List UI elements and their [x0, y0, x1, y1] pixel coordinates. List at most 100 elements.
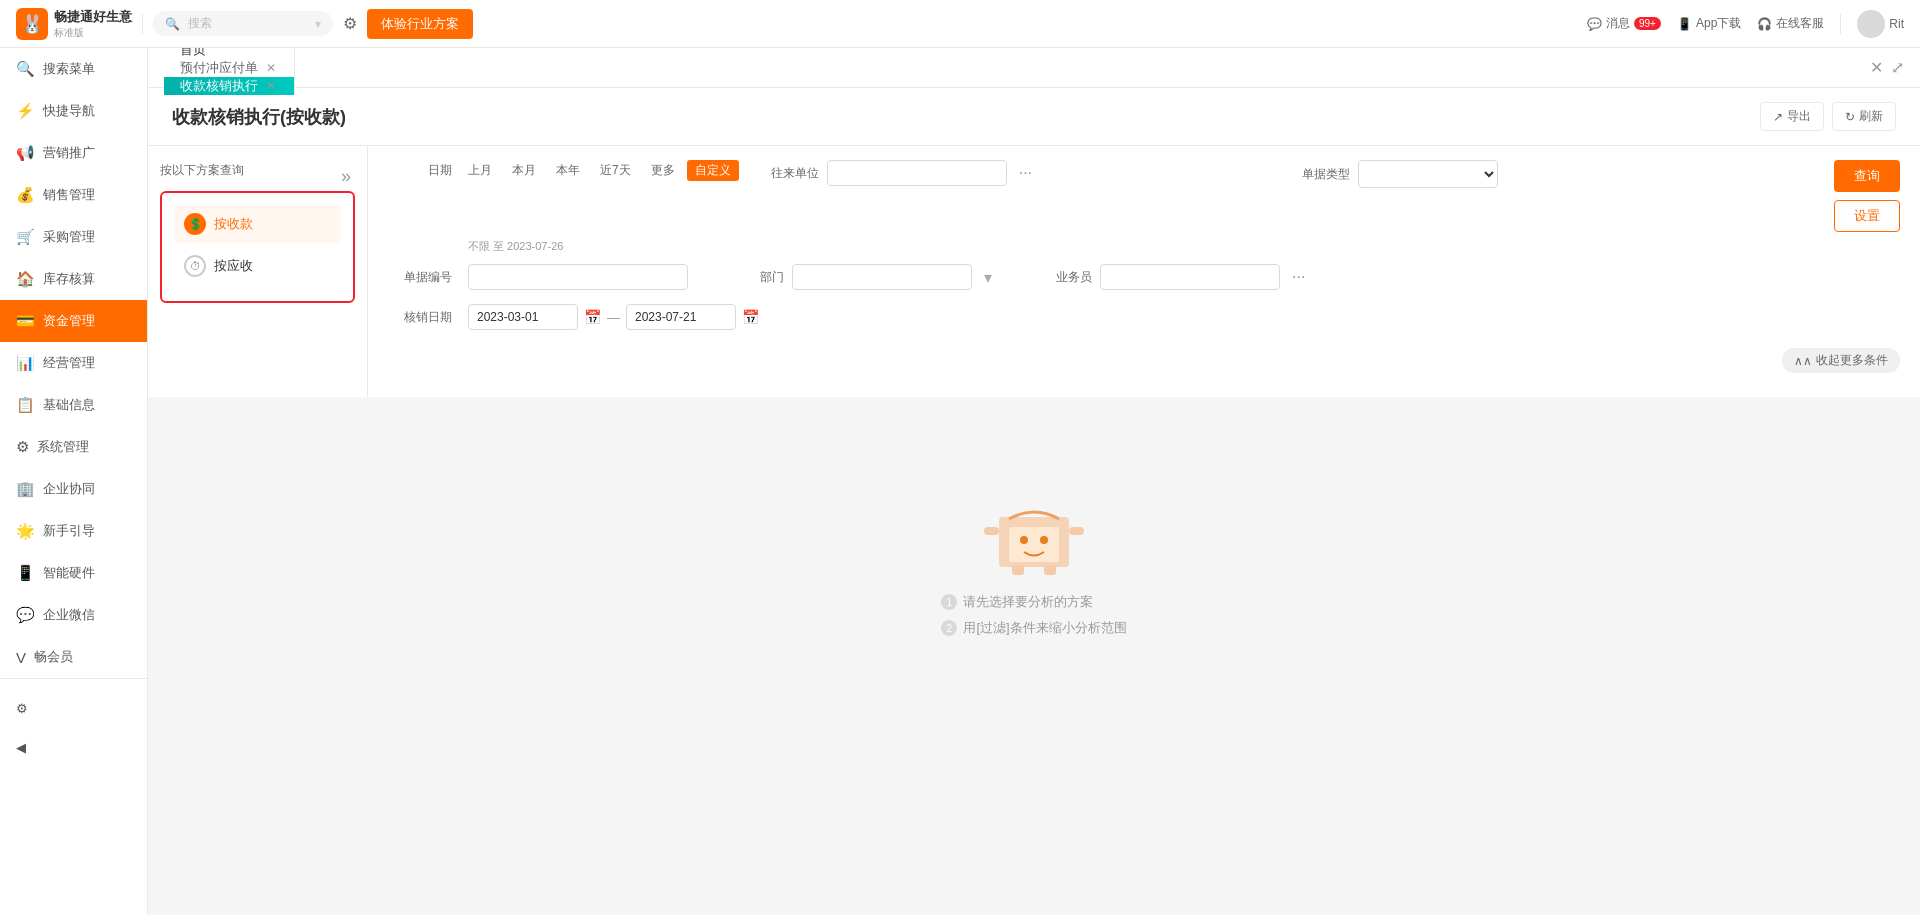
sidebar-item-smart-hw[interactable]: 📱 智能硬件 [0, 552, 147, 594]
sidebar-icon-search-menu: 🔍 [16, 60, 35, 78]
close-window-icon[interactable]: ✕ [1870, 58, 1883, 77]
dept-input[interactable] [792, 264, 972, 290]
tab-label-prepay: 预付冲应付单 [180, 59, 258, 77]
tab-home[interactable]: 首页 [164, 48, 295, 59]
filter-row-1: 日期 上月 本月 本年 近7天 更多 自定义 往来单位 [388, 160, 1900, 232]
user-name: Rit [1889, 17, 1904, 31]
sidebar-item-purchase[interactable]: 🛒 采购管理 [0, 216, 147, 258]
dept-dots[interactable]: ▾ [980, 268, 996, 287]
industry-button[interactable]: 体验行业方案 [367, 9, 473, 39]
message-action[interactable]: 💬 消息 99+ [1587, 15, 1661, 32]
tip-num-2: 2 [941, 620, 957, 636]
sidebar-item-basic-info[interactable]: 📋 基础信息 [0, 384, 147, 426]
sidebar-item-quick-nav[interactable]: ⚡ 快捷导航 [0, 90, 147, 132]
sidebar-item-marketing[interactable]: 📢 营销推广 [0, 132, 147, 174]
dept-label: 部门 [720, 269, 784, 286]
collapse-more-area: ∧∧ 收起更多条件 [388, 344, 1900, 383]
filter-row-2: 单据编号 部门 ▾ 业务员 ··· [388, 264, 1900, 290]
empty-area: 1 请先选择要分析的方案 2 用[过滤]条件来缩小分析范围 [148, 397, 1920, 717]
filter-by-receivable[interactable]: ⏱ 按应收 [174, 247, 341, 285]
counterparty-input[interactable] [827, 160, 1007, 186]
sidebar-collapse[interactable]: ◀ [0, 728, 147, 767]
message-label: 消息 [1606, 15, 1630, 32]
sidebar-icon-cooperation: 🏢 [16, 480, 35, 498]
filter-by-receipt[interactable]: 💲 按收款 [174, 205, 341, 243]
top-bar-left: 🐰 畅捷通好生意 标准版 🔍 搜索 ▾ ⚙ 体验行业方案 [16, 8, 473, 40]
expand-window-icon[interactable]: ⤢ [1891, 58, 1904, 77]
online-service-action[interactable]: 🎧 在线客服 [1757, 15, 1824, 32]
search-placeholder: 搜索 [188, 15, 212, 32]
calendar-end-icon[interactable]: 📅 [742, 309, 759, 325]
tab-label-home: 首页 [180, 48, 206, 59]
filter-sidebar: 按以下方案查询 » 💲 按收款 ⏱ 按应收 [148, 146, 368, 397]
empty-tip-2: 2 用[过滤]条件来缩小分析范围 [941, 619, 1126, 637]
date-tab-custom[interactable]: 自定义 [687, 160, 739, 181]
date-tab-more[interactable]: 更多 [643, 160, 683, 181]
sidebar-label-guide: 新手引导 [43, 522, 95, 540]
sidebar-label-purchase: 采购管理 [43, 228, 95, 246]
settings-button[interactable]: 设置 [1834, 200, 1900, 232]
sidebar-icon-smart-hw: 📱 [16, 564, 35, 582]
tab-collection[interactable]: 收款核销执行✕ [164, 77, 295, 95]
staff-label: 业务员 [1028, 269, 1092, 286]
sidebar-settings[interactable]: ⚙ [0, 689, 147, 728]
filter-by-receivable-label: 按应收 [214, 257, 253, 275]
sidebar-label-member: 畅会员 [34, 648, 73, 666]
export-button[interactable]: ↗ 导出 [1760, 102, 1824, 131]
tab-close-collection[interactable]: ✕ [264, 77, 278, 95]
sidebar-icon-basic-info: 📋 [16, 396, 35, 414]
voucher-type-select[interactable] [1358, 160, 1498, 188]
app-icon: 📱 [1677, 17, 1692, 31]
query-button[interactable]: 查询 [1834, 160, 1900, 192]
svg-rect-1 [1009, 527, 1059, 562]
search-bar[interactable]: 🔍 搜索 ▾ [153, 11, 333, 36]
date-label: 日期 [388, 162, 452, 179]
refresh-button[interactable]: ↻ 刷新 [1832, 102, 1896, 131]
collapse-more-btn[interactable]: ∧∧ 收起更多条件 [1782, 348, 1900, 373]
sidebar-label-enterprise-wx: 企业微信 [43, 606, 95, 624]
date-tab-7days[interactable]: 近7天 [592, 160, 639, 181]
page-content: 收款核销执行(按收款) ↗ 导出 ↻ 刷新 按以下方 [148, 88, 1920, 915]
sidebar-item-guide[interactable]: 🌟 新手引导 [0, 510, 147, 552]
sidebar-item-sales[interactable]: 💰 销售管理 [0, 174, 147, 216]
staff-dots[interactable]: ··· [1288, 268, 1309, 286]
sidebar-label-business: 经营管理 [43, 354, 95, 372]
sidebar-item-business[interactable]: 📊 经营管理 [0, 342, 147, 384]
date-tab-this-year[interactable]: 本年 [548, 160, 588, 181]
tab-close-prepay[interactable]: ✕ [264, 59, 278, 77]
filter-sidebar-collapse[interactable]: » [337, 166, 355, 187]
receipt-icon: 💲 [184, 213, 206, 235]
message-icon: 💬 [1587, 17, 1602, 31]
sidebar-item-member[interactable]: V 畅会员 [0, 636, 147, 678]
sidebar-item-search-menu[interactable]: 🔍 搜索菜单 [0, 48, 147, 90]
gear-button[interactable]: ⚙ [343, 14, 357, 33]
date-tab-last-month[interactable]: 上月 [460, 160, 500, 181]
sidebar-item-system[interactable]: ⚙ 系统管理 [0, 426, 147, 468]
dropdown-icon: ▾ [315, 17, 321, 31]
export-icon: ↗ [1773, 110, 1783, 124]
voucher-no-input[interactable] [468, 264, 688, 290]
sidebar-item-enterprise-wx[interactable]: 💬 企业微信 [0, 594, 147, 636]
app-download-action[interactable]: 📱 App下载 [1677, 15, 1741, 32]
counterparty-dots[interactable]: ··· [1015, 164, 1036, 182]
sidebar-item-finance[interactable]: 💳 资金管理 [0, 300, 147, 342]
verify-date-end[interactable] [626, 304, 736, 330]
btn-area: 查询 设置 [1834, 160, 1900, 232]
sidebar-icon-marketing: 📢 [16, 144, 35, 162]
user-area[interactable]: Rit [1857, 10, 1904, 38]
svg-rect-6 [1012, 565, 1024, 575]
sidebar-item-cooperation[interactable]: 🏢 企业协同 [0, 468, 147, 510]
tab-bar: 首页预付冲应付单✕收款核销执行✕ ✕ ⤢ [148, 48, 1920, 88]
staff-input[interactable] [1100, 264, 1280, 290]
date-tab-this-month[interactable]: 本月 [504, 160, 544, 181]
verify-date-start[interactable] [468, 304, 578, 330]
top-bar-actions: 💬 消息 99+ 📱 App下载 🎧 在线客服 Rit [1587, 10, 1904, 38]
calendar-start-icon[interactable]: 📅 [584, 309, 601, 325]
empty-tips: 1 请先选择要分析的方案 2 用[过滤]条件来缩小分析范围 [941, 593, 1126, 637]
sidebar-item-inventory[interactable]: 🏠 库存核算 [0, 258, 147, 300]
date-range-text: 不限 至 2023-07-26 [468, 240, 563, 252]
date-dash: — [607, 310, 620, 325]
tab-prepay[interactable]: 预付冲应付单 ✕ [164, 59, 295, 77]
sidebar-label-basic-info: 基础信息 [43, 396, 95, 414]
tip-num-1: 1 [941, 594, 957, 610]
